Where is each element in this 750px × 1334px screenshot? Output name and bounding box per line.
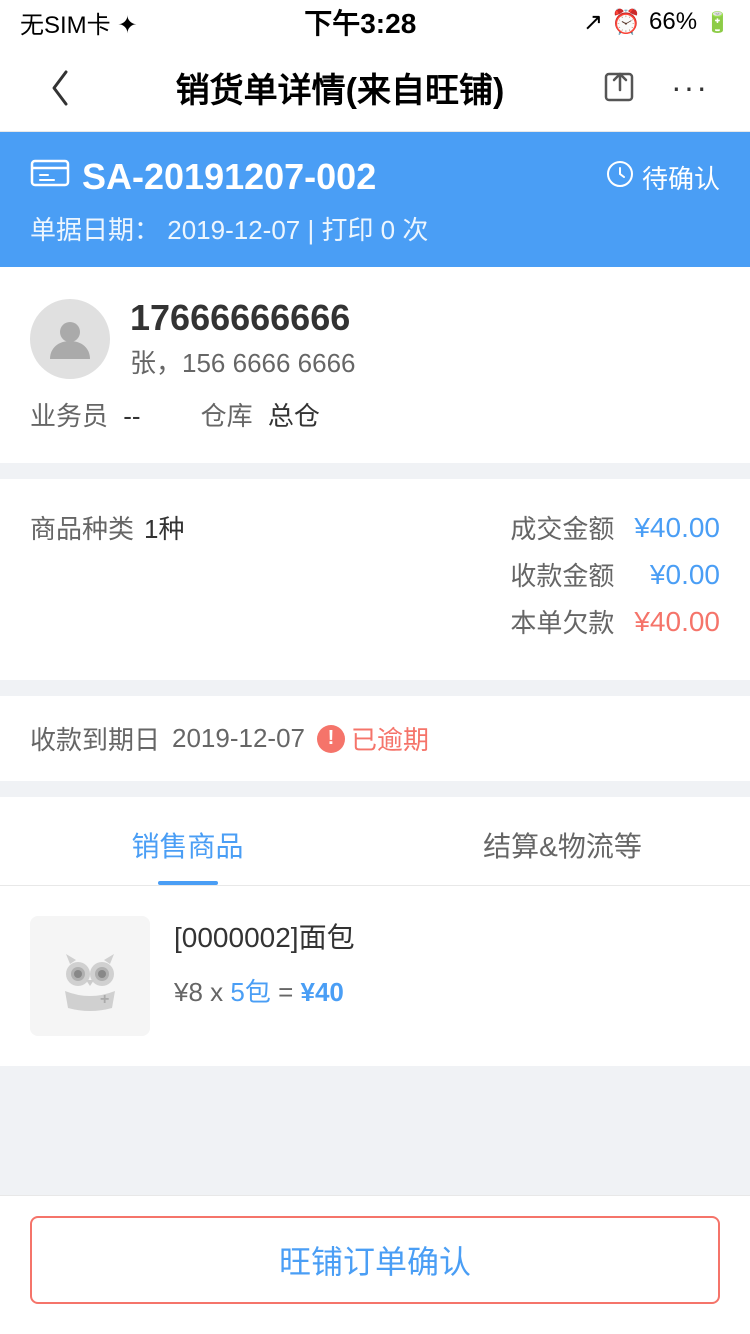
status-time: 下午3:28	[304, 2, 416, 42]
product-type-label: 商品种类	[30, 509, 134, 546]
customer-meta: 业务员 -- 仓库 总仓	[30, 396, 720, 433]
order-header: SA-20191207-002 待确认 单据日期： 2019-12-07 | 打…	[0, 132, 750, 267]
price-equals: =	[278, 977, 300, 1007]
price-per-unit: ¥8	[174, 977, 203, 1007]
amount-value: ¥40.00	[634, 512, 720, 544]
tab-sales-products[interactable]: 销售商品	[0, 797, 375, 885]
status-bar: 无SIM卡 ✦ 下午3:28 ↗ ⏰ 66% 🔋	[0, 0, 750, 44]
overdue-text: 已逾期	[351, 720, 429, 757]
product-name: [0000002]面包	[174, 916, 720, 956]
bottom-bar: 旺铺订单确认	[0, 1195, 750, 1334]
owed-value: ¥40.00	[634, 606, 720, 638]
battery-indicator: 66%	[649, 8, 697, 36]
due-date-section: 收款到期日 2019-12-07 ! 已逾期	[0, 696, 750, 781]
order-status: 待确认	[606, 159, 720, 196]
tabs-row: 销售商品 结算&物流等	[0, 797, 750, 886]
summary-section: 商品种类 1种 成交金额 ¥40.00 收款金额 ¥0.00 本单欠款 ¥40.…	[0, 479, 750, 680]
product-item: + [0000002]面包 ¥8 x 5包 = ¥40	[30, 916, 720, 1036]
status-left: 无SIM卡 ✦	[20, 5, 137, 40]
product-logo: +	[50, 936, 130, 1016]
summary-row: 商品种类 1种 成交金额 ¥40.00 收款金额 ¥0.00 本单欠款 ¥40.…	[30, 509, 720, 650]
avatar	[30, 299, 110, 379]
amount-row: 成交金额 ¥40.00	[510, 509, 720, 546]
tabs-section: 销售商品 结算&物流等	[0, 797, 750, 1066]
sales-value: --	[123, 401, 140, 431]
sim-indicator: 无SIM卡 ✦	[20, 5, 137, 40]
status-text: 待确认	[642, 159, 720, 196]
product-info: [0000002]面包 ¥8 x 5包 = ¥40	[174, 916, 720, 1009]
page-title: 销货单详情(来自旺铺)	[90, 63, 590, 112]
owed-row: 本单欠款 ¥40.00	[510, 603, 720, 640]
nav-bar: 销货单详情(来自旺铺) ···	[0, 44, 750, 132]
amount-label: 成交金额	[510, 509, 614, 546]
status-right: ↗ ⏰ 66% 🔋	[583, 8, 730, 37]
back-button[interactable]	[30, 58, 90, 118]
customer-section: 17666666666 张，156 6666 6666 业务员 -- 仓库 总仓	[0, 267, 750, 463]
due-date-value: 2019-12-07	[172, 723, 305, 754]
confirm-order-button[interactable]: 旺铺订单确认	[30, 1216, 720, 1304]
sales-info: 业务员 --	[30, 396, 141, 433]
received-label: 收款金额	[510, 556, 614, 593]
battery-icon: 🔋	[705, 10, 730, 35]
location-icon: ↗	[583, 8, 603, 37]
alarm-icon: ⏰	[611, 8, 641, 37]
order-icon	[30, 156, 70, 198]
product-type-value: 1种	[144, 509, 184, 546]
more-button[interactable]: ···	[660, 58, 720, 118]
price-multiply: x	[210, 977, 230, 1007]
warehouse-info: 仓库 总仓	[201, 396, 320, 433]
received-value: ¥0.00	[650, 559, 720, 591]
order-date: 单据日期： 2019-12-07 | 打印 0 次	[30, 210, 720, 247]
product-thumbnail: +	[30, 916, 150, 1036]
customer-sub: 张，156 6666 6666	[130, 343, 356, 380]
received-row: 收款金额 ¥0.00	[510, 556, 720, 593]
tab-settlement[interactable]: 结算&物流等	[375, 797, 750, 885]
summary-left: 商品种类 1种	[30, 509, 184, 558]
overdue-badge: ! 已逾期	[317, 720, 429, 757]
owed-label: 本单欠款	[510, 603, 614, 640]
order-id: SA-20191207-002	[30, 156, 376, 198]
product-quantity: 5包	[230, 977, 270, 1007]
summary-right: 成交金额 ¥40.00 收款金额 ¥0.00 本单欠款 ¥40.00	[510, 509, 720, 650]
product-section: + [0000002]面包 ¥8 x 5包 = ¥40	[0, 886, 750, 1066]
customer-info: 17666666666 张，156 6666 6666	[130, 297, 356, 380]
product-type-item: 商品种类 1种	[30, 509, 184, 546]
customer-phone: 17666666666	[130, 297, 356, 339]
due-date-label: 收款到期日	[30, 720, 160, 757]
share-button[interactable]	[590, 58, 650, 118]
warehouse-value: 总仓	[268, 401, 320, 431]
product-price: ¥8 x 5包 = ¥40	[174, 972, 720, 1009]
customer-row: 17666666666 张，156 6666 6666	[30, 297, 720, 380]
product-total: ¥40	[301, 977, 344, 1007]
order-id-row: SA-20191207-002 待确认	[30, 156, 720, 198]
status-clock-icon	[606, 160, 634, 195]
overdue-dot-icon: !	[317, 725, 345, 753]
svg-text:+: +	[100, 991, 109, 1008]
nav-actions: ···	[590, 58, 720, 118]
